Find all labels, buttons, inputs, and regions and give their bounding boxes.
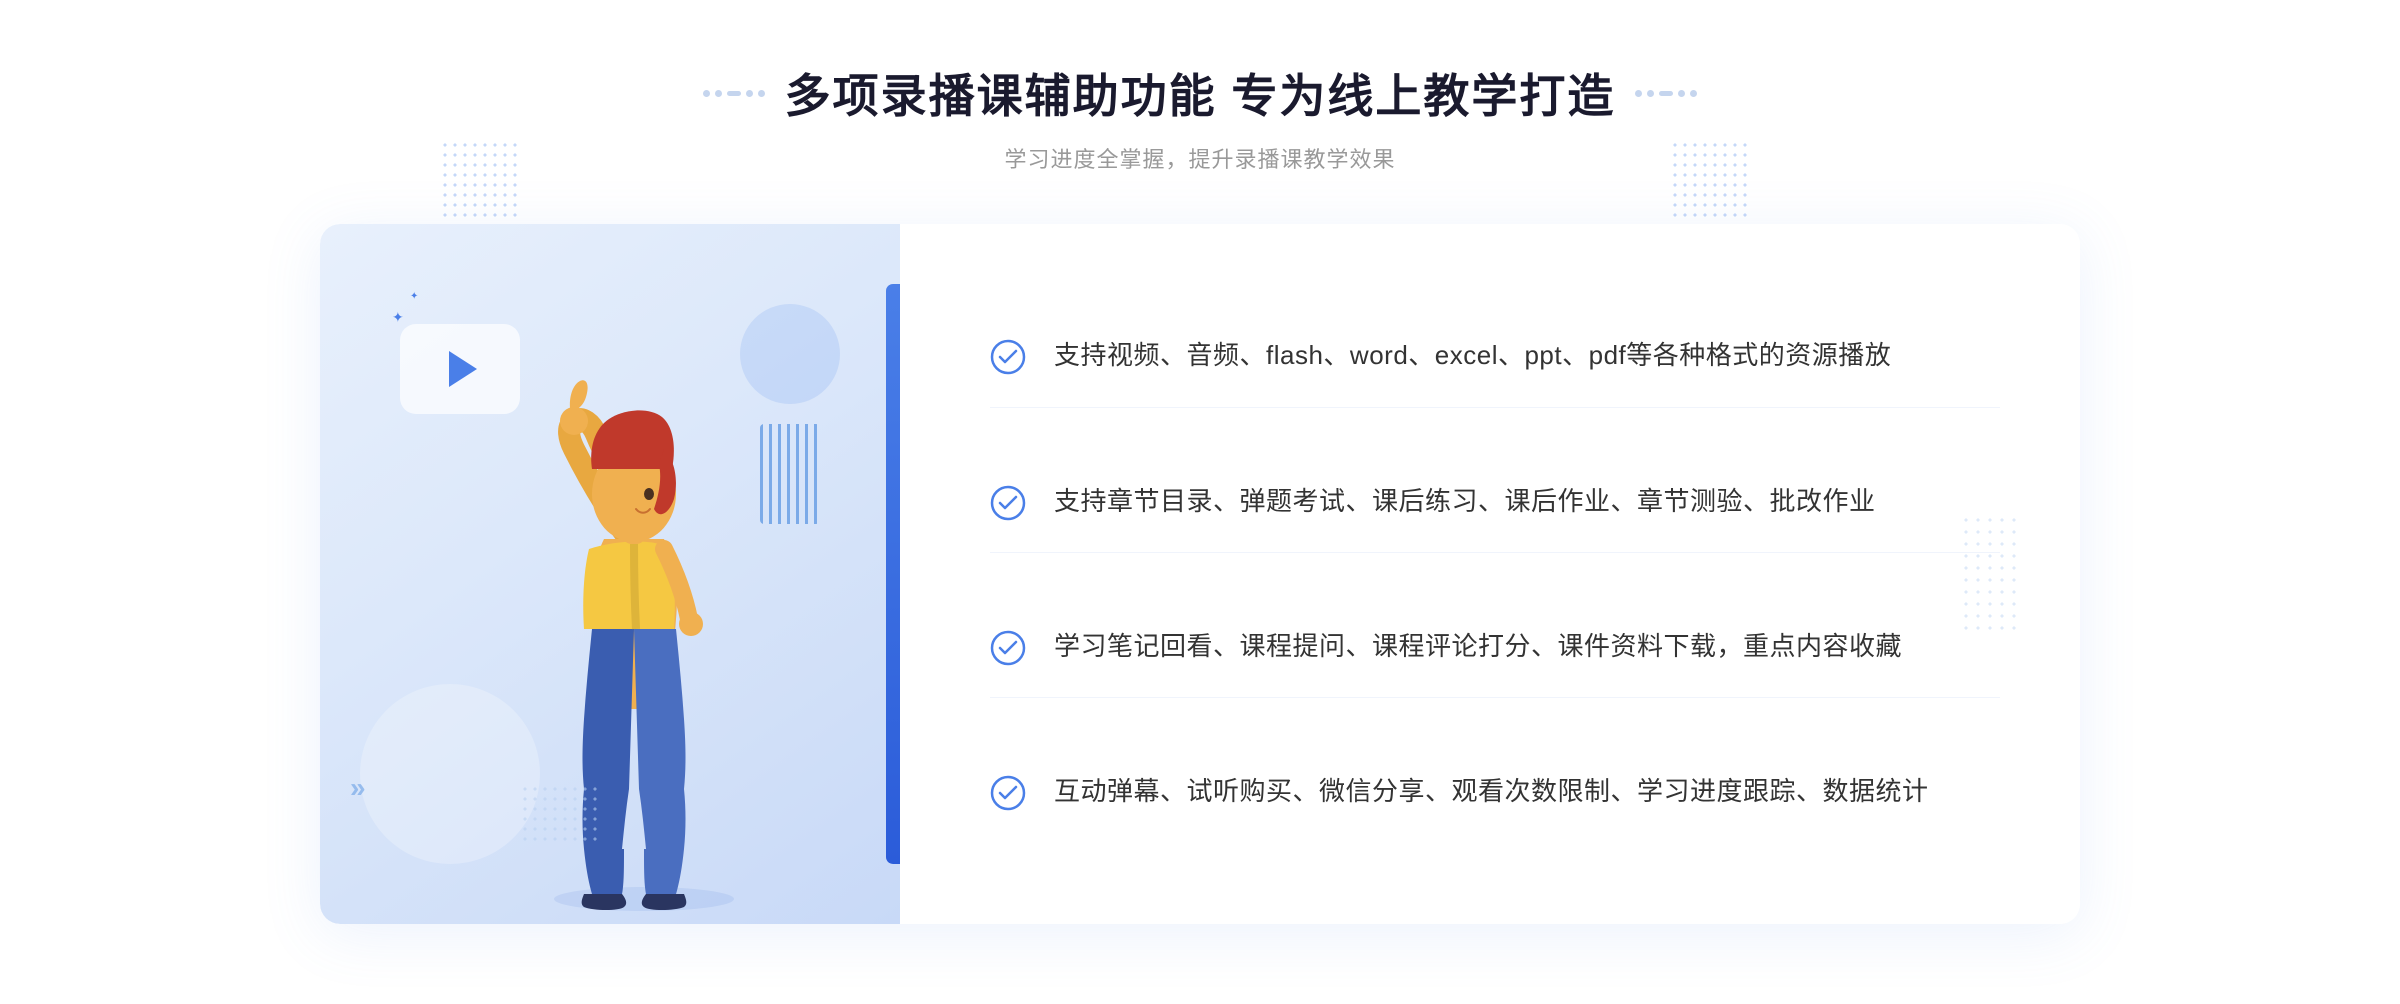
accent-bar (886, 284, 900, 864)
main-title: 多项录播课辅助功能 专为线上教学打造 (785, 60, 1616, 126)
play-triangle-icon (449, 351, 477, 387)
header-section: 多项录播课辅助功能 专为线上教学打造 学习进度全掌握，提升录播课教学效果 (703, 60, 1698, 174)
subtitle: 学习进度全掌握，提升录播课教学效果 (703, 142, 1698, 174)
feature-text-2: 支持章节目录、弹题考试、课后练习、课后作业、章节测验、批改作业 (1054, 481, 1876, 523)
feature-item-1: 支持视频、音频、flash、word、excel、ppt、pdf等各种格式的资源… (990, 305, 2000, 408)
illustration-panel: » (320, 224, 900, 924)
features-panel: 支持视频、音频、flash、word、excel、ppt、pdf等各种格式的资源… (900, 224, 2080, 924)
dots-decoration-left-top (440, 140, 520, 220)
feature-text-3: 学习笔记回看、课程提问、课程评论打分、课件资料下载，重点内容收藏 (1054, 626, 1902, 668)
feature-text-1: 支持视频、音频、flash、word、excel、ppt、pdf等各种格式的资源… (1054, 335, 1891, 377)
title-row: 多项录播课辅助功能 专为线上教学打造 (703, 60, 1698, 126)
dots-right-decoration (1960, 514, 2020, 634)
check-icon-1 (990, 339, 1026, 375)
content-card: » 支持视频、音频、flash、word、excel、ppt、pdf等各种格式的… (320, 224, 2080, 924)
feature-text-4: 互动弹幕、试听购买、微信分享、观看次数限制、学习进度跟踪、数据统计 (1054, 771, 1929, 813)
page-container: 多项录播课辅助功能 专为线上教学打造 学习进度全掌握，提升录播课教学效果 (0, 0, 2400, 1004)
title-decorator-left (703, 90, 765, 97)
check-icon-2 (990, 485, 1026, 521)
feature-item-4: 互动弹幕、试听购买、微信分享、观看次数限制、学习进度跟踪、数据统计 (990, 741, 2000, 843)
feature-item-3: 学习笔记回看、课程提问、课程评论打分、课件资料下载，重点内容收藏 (990, 596, 2000, 699)
chevron-decoration: » (350, 772, 366, 804)
check-icon-4 (990, 775, 1026, 811)
dots-illustration-bottom (520, 784, 600, 844)
title-decorator-right (1635, 90, 1697, 97)
feature-item-2: 支持章节目录、弹题考试、课后练习、课后作业、章节测验、批改作业 (990, 451, 2000, 554)
check-icon-3 (990, 630, 1026, 666)
